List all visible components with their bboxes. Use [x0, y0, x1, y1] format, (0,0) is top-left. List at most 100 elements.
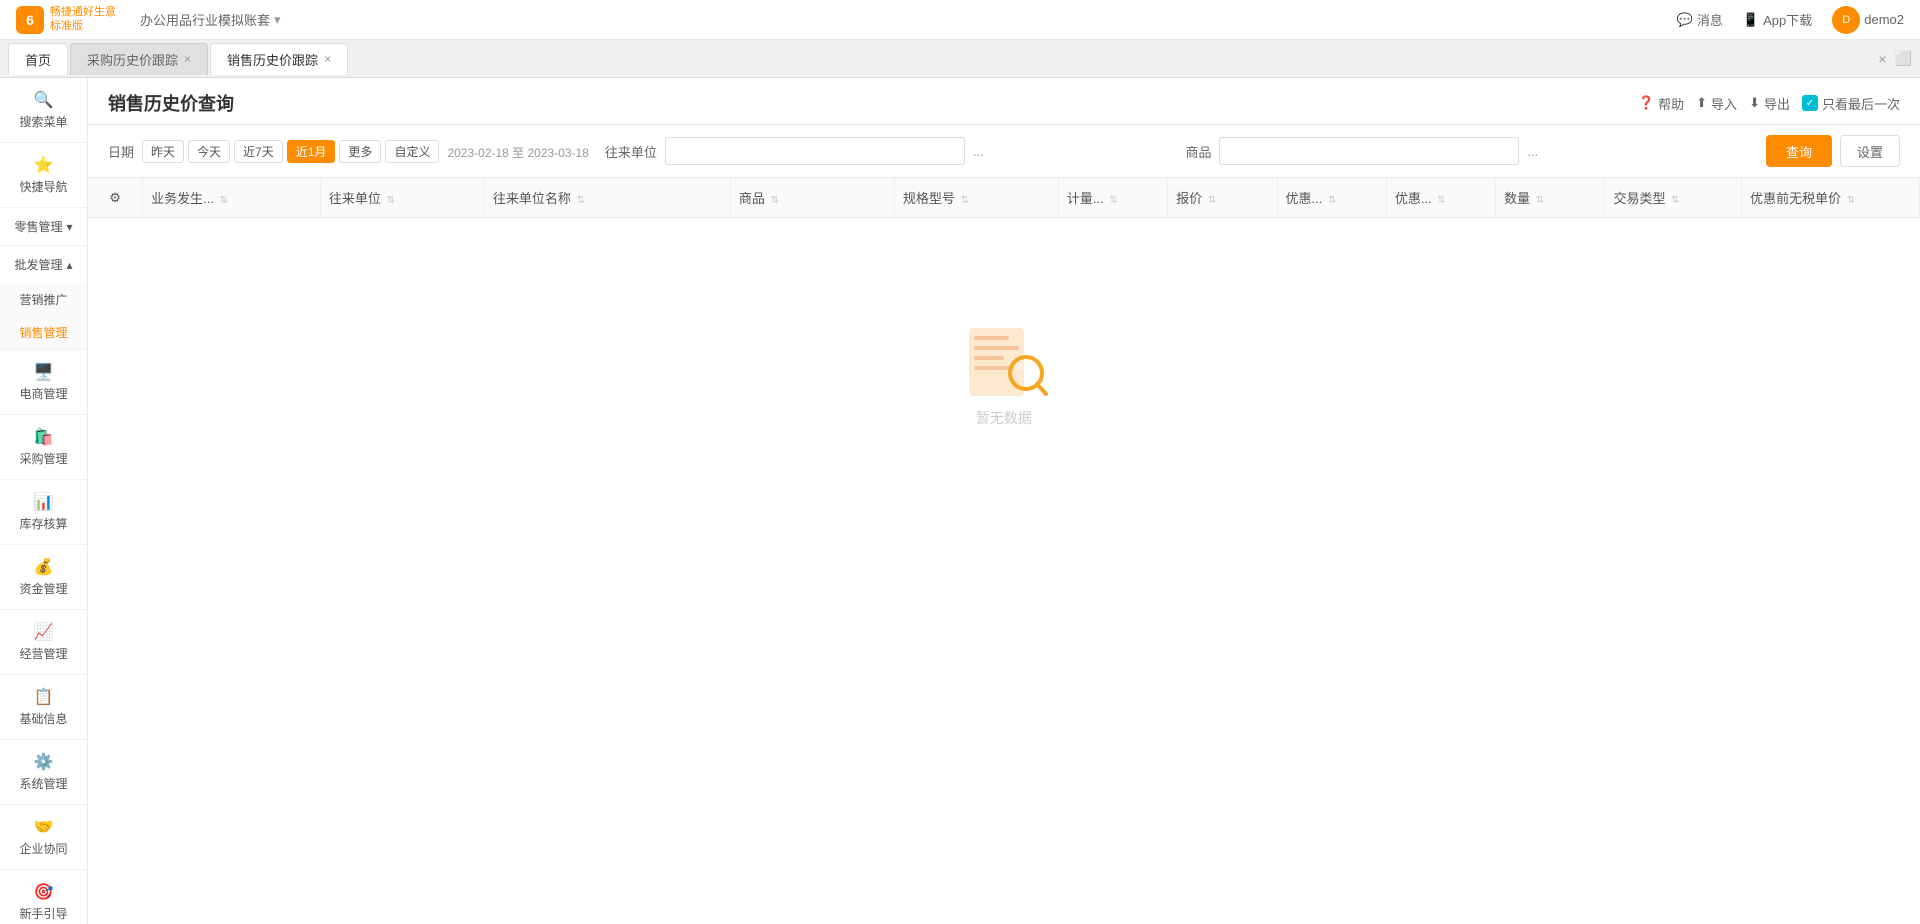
filter-right-actions: 查询 设置 [1766, 135, 1900, 167]
new-guide-icon: 🎯 [34, 882, 54, 902]
retail-expand-icon: ▾ [66, 220, 72, 234]
table-container: ⚙ 业务发生... ⇅ 往来单位 ⇅ 往来单位名称 ⇅ [88, 178, 1920, 924]
app-download-action[interactable]: 📱 App下载 [1743, 10, 1812, 29]
date-btn-more[interactable]: 更多 [339, 140, 381, 163]
th-discount1-sort: ⇅ [1328, 195, 1336, 206]
message-action[interactable]: 💬 消息 [1677, 10, 1723, 29]
data-table: ⚙ 业务发生... ⇅ 往来单位 ⇅ 往来单位名称 ⇅ [88, 178, 1920, 528]
sidebar-item-new-guide[interactable]: 🎯 新手引导 [0, 870, 87, 924]
close-window-icon[interactable]: × [1878, 51, 1886, 67]
th-biz-date[interactable]: 业务发生... ⇅ [143, 178, 321, 218]
header-title-area: 办公用品行业模拟账套 ▾ [140, 10, 281, 29]
header-left: 6 畅捷通好生意 标准版 办公用品行业模拟账套 ▾ [16, 6, 281, 34]
date-btn-yesterday[interactable]: 昨天 [142, 140, 184, 163]
content-area: 销售历史价查询 ❓ 帮助 ⬆ 导入 ⬇ 导出 ✓ 只看最后一次 [88, 78, 1920, 924]
sidebar-item-basic-info[interactable]: 📋 基础信息 [0, 675, 87, 740]
sidebar-item-finance[interactable]: 💰 资金管理 [0, 545, 87, 610]
marketing-promo-label: 营销推广 [19, 293, 67, 307]
partner-filter-group: 往来单位 ... [605, 137, 1170, 165]
th-partner-code[interactable]: 往来单位 ⇅ [320, 178, 484, 218]
sidebar-item-system[interactable]: ⚙️ 系统管理 [0, 740, 87, 805]
th-spec[interactable]: 规格型号 ⇅ [894, 178, 1058, 218]
table-header: ⚙ 业务发生... ⇅ 往来单位 ⇅ 往来单位名称 ⇅ [88, 178, 1920, 218]
sidebar-item-inventory[interactable]: 📊 库存核算 [0, 480, 87, 545]
empty-text: 暂无数据 [976, 408, 1032, 428]
tab-window-actions: × ⬜ [1878, 50, 1912, 67]
date-range-text: 2023-02-18 至 2023-03-18 [447, 144, 588, 161]
top-header: 6 畅捷通好生意 标准版 办公用品行业模拟账套 ▾ 💬 消息 📱 App下载 D… [0, 0, 1920, 40]
only-last-label: 只看最后一次 [1822, 94, 1900, 113]
th-unit-sort: ⇅ [1109, 195, 1117, 206]
sidebar-retail-header[interactable]: 零售管理 ▾ [0, 208, 87, 245]
date-filter-group: 日期 昨天 今天 近7天 近1月 更多 自定义 2023-02-18 至 202… [108, 140, 589, 163]
sidebar-item-quick-nav[interactable]: ⭐ 快捷导航 [0, 143, 87, 208]
tab-home[interactable]: 首页 [8, 43, 68, 75]
tab-sales-history[interactable]: 销售历史价跟踪 × [210, 43, 348, 75]
sidebar-item-ops[interactable]: 📈 经营管理 [0, 610, 87, 675]
sidebar-item-ecommerce[interactable]: 🖥️ 电商管理 [0, 350, 87, 415]
sidebar-item-sales-mgmt[interactable]: 销售管理 [0, 316, 87, 349]
th-quote[interactable]: 报价 ⇅ [1168, 178, 1277, 218]
date-btn-last1month[interactable]: 近1月 [287, 140, 336, 163]
tab-sales-label: 销售历史价跟踪 [227, 50, 318, 69]
sales-mgmt-label: 销售管理 [19, 326, 67, 340]
sidebar-item-search-menu[interactable]: 🔍 搜索菜单 [0, 78, 87, 143]
product-dots[interactable]: ... [1527, 144, 1538, 159]
enterprise-collab-label: 企业协同 [19, 840, 67, 857]
empty-state-row: 暂无数据 [88, 218, 1920, 529]
product-input[interactable] [1219, 137, 1519, 165]
th-spec-sort: ⇅ [960, 195, 968, 206]
search-button[interactable]: 查询 [1766, 135, 1832, 167]
tab-purchase-label: 采购历史价跟踪 [87, 50, 178, 69]
ecommerce-icon: 🖥️ [34, 362, 54, 382]
sidebar-wholesale-header[interactable]: 批发管理 ▴ [0, 246, 87, 283]
only-last-checkbox[interactable]: ✓ 只看最后一次 [1802, 94, 1900, 113]
date-btn-last7days[interactable]: 近7天 [234, 140, 283, 163]
th-quantity[interactable]: 数量 ⇅ [1496, 178, 1605, 218]
partner-input[interactable] [665, 137, 965, 165]
tab-sales-close[interactable]: × [324, 53, 331, 65]
purchase-icon: 🛍️ [34, 427, 54, 447]
th-unit[interactable]: 计量... ⇅ [1058, 178, 1167, 218]
th-product-sort: ⇅ [770, 195, 778, 206]
date-btn-custom[interactable]: 自定义 [385, 140, 439, 163]
table-header-row: ⚙ 业务发生... ⇅ 往来单位 ⇅ 往来单位名称 ⇅ [88, 178, 1920, 218]
quick-nav-label: 快捷导航 [19, 178, 67, 195]
partner-dots[interactable]: ... [973, 144, 984, 159]
th-trade-type[interactable]: 交易类型 ⇅ [1605, 178, 1742, 218]
sidebar: 🔍 搜索菜单 ⭐ 快捷导航 零售管理 ▾ 批发管理 ▴ 营销推广 销售管理 [0, 78, 88, 924]
date-btn-today[interactable]: 今天 [188, 140, 230, 163]
finance-icon: 💰 [34, 557, 54, 577]
table-body: 暂无数据 [88, 218, 1920, 529]
import-action[interactable]: ⬆ 导入 [1696, 94, 1737, 113]
sidebar-item-purchase[interactable]: 🛍️ 采购管理 [0, 415, 87, 480]
th-partner-name[interactable]: 往来单位名称 ⇅ [484, 178, 730, 218]
date-buttons: 昨天 今天 近7天 近1月 更多 自定义 [142, 140, 439, 163]
enterprise-collab-icon: 🤝 [34, 817, 54, 837]
sidebar-group-retail: 零售管理 ▾ [0, 208, 87, 246]
th-discount1-label: 优惠... [1286, 191, 1323, 206]
partner-label: 往来单位 [605, 142, 657, 161]
settings-button[interactable]: 设置 [1840, 135, 1900, 167]
help-action[interactable]: ❓ 帮助 [1638, 94, 1684, 113]
tab-purchase-close[interactable]: × [184, 53, 191, 65]
sidebar-item-enterprise-collab[interactable]: 🤝 企业协同 [0, 805, 87, 870]
inventory-icon: 📊 [34, 492, 54, 512]
th-settings[interactable]: ⚙ [88, 178, 143, 218]
th-partner-name-sort: ⇅ [576, 195, 584, 206]
export-icon: ⬇ [1749, 95, 1760, 111]
tab-purchase-history[interactable]: 采购历史价跟踪 × [70, 43, 208, 75]
th-pretax-price[interactable]: 优惠前无税单价 ⇅ [1742, 178, 1920, 218]
th-product[interactable]: 商品 ⇅ [730, 178, 894, 218]
th-discount1[interactable]: 优惠... ⇅ [1277, 178, 1386, 218]
maximize-window-icon[interactable]: ⬜ [1895, 50, 1912, 67]
th-discount2[interactable]: 优惠... ⇅ [1386, 178, 1495, 218]
help-label: 帮助 [1658, 94, 1684, 113]
message-icon: 💬 [1677, 12, 1693, 28]
th-quote-label: 报价 [1176, 191, 1202, 206]
export-action[interactable]: ⬇ 导出 [1749, 94, 1790, 113]
header-dropdown-icon[interactable]: ▾ [274, 12, 281, 28]
th-unit-label: 计量... [1067, 191, 1104, 206]
user-action[interactable]: D demo2 [1832, 6, 1904, 34]
sidebar-item-marketing-promo[interactable]: 营销推广 [0, 283, 87, 316]
